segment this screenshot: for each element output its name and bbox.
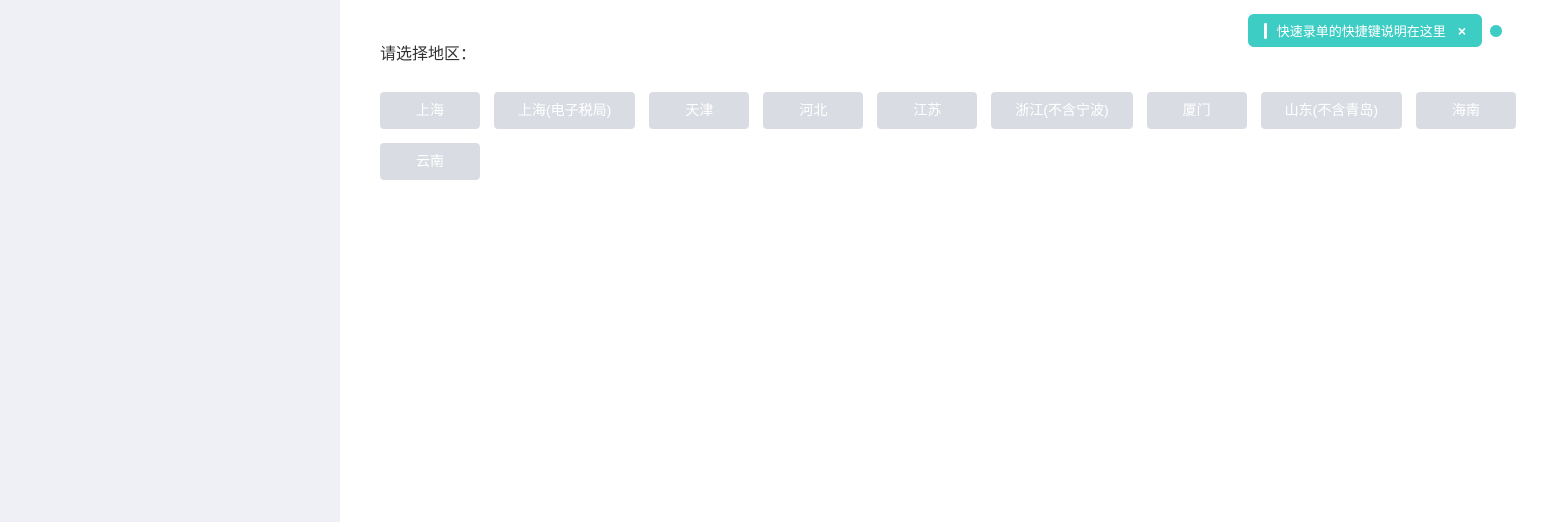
main-content: 请选择地区： 上海上海(电子税局)天津河北江苏浙江(不含宁波)厦门山东(不含青岛…	[340, 0, 1562, 522]
region-buttons-container: 上海上海(电子税局) 天津河北江苏浙江(不含宁波) 厦门山东(不含青岛) 海南云南	[380, 92, 1522, 180]
tooltip-dot-icon	[1490, 25, 1502, 37]
region-button-xiamen[interactable]: 厦门	[1147, 92, 1247, 129]
region-button-zhejiang[interactable]: 浙江(不含宁波)	[991, 92, 1132, 129]
region-button-shandong[interactable]: 山东(不含青岛)	[1261, 92, 1402, 129]
tooltip-text: 快速录单的快捷键说明在这里	[1277, 21, 1446, 40]
region-button-yunnan[interactable]: 云南	[380, 143, 480, 180]
region-button-jiangsu[interactable]: 江苏	[877, 92, 977, 129]
tooltip-bar-icon	[1264, 23, 1267, 39]
tooltip-container: 快速录单的快捷键说明在这里 ×	[1248, 14, 1502, 47]
region-button-hainan[interactable]: 海南	[1416, 92, 1516, 129]
region-button-shanghai[interactable]: 上海	[380, 92, 480, 129]
sidebar	[0, 0, 340, 522]
tooltip-close-button[interactable]: ×	[1458, 23, 1466, 39]
region-button-shanghai-etax[interactable]: 上海(电子税局)	[494, 92, 635, 129]
tooltip-bubble: 快速录单的快捷键说明在这里 ×	[1248, 14, 1482, 47]
region-button-tianjin[interactable]: 天津	[649, 92, 749, 129]
region-button-hebei[interactable]: 河北	[763, 92, 863, 129]
